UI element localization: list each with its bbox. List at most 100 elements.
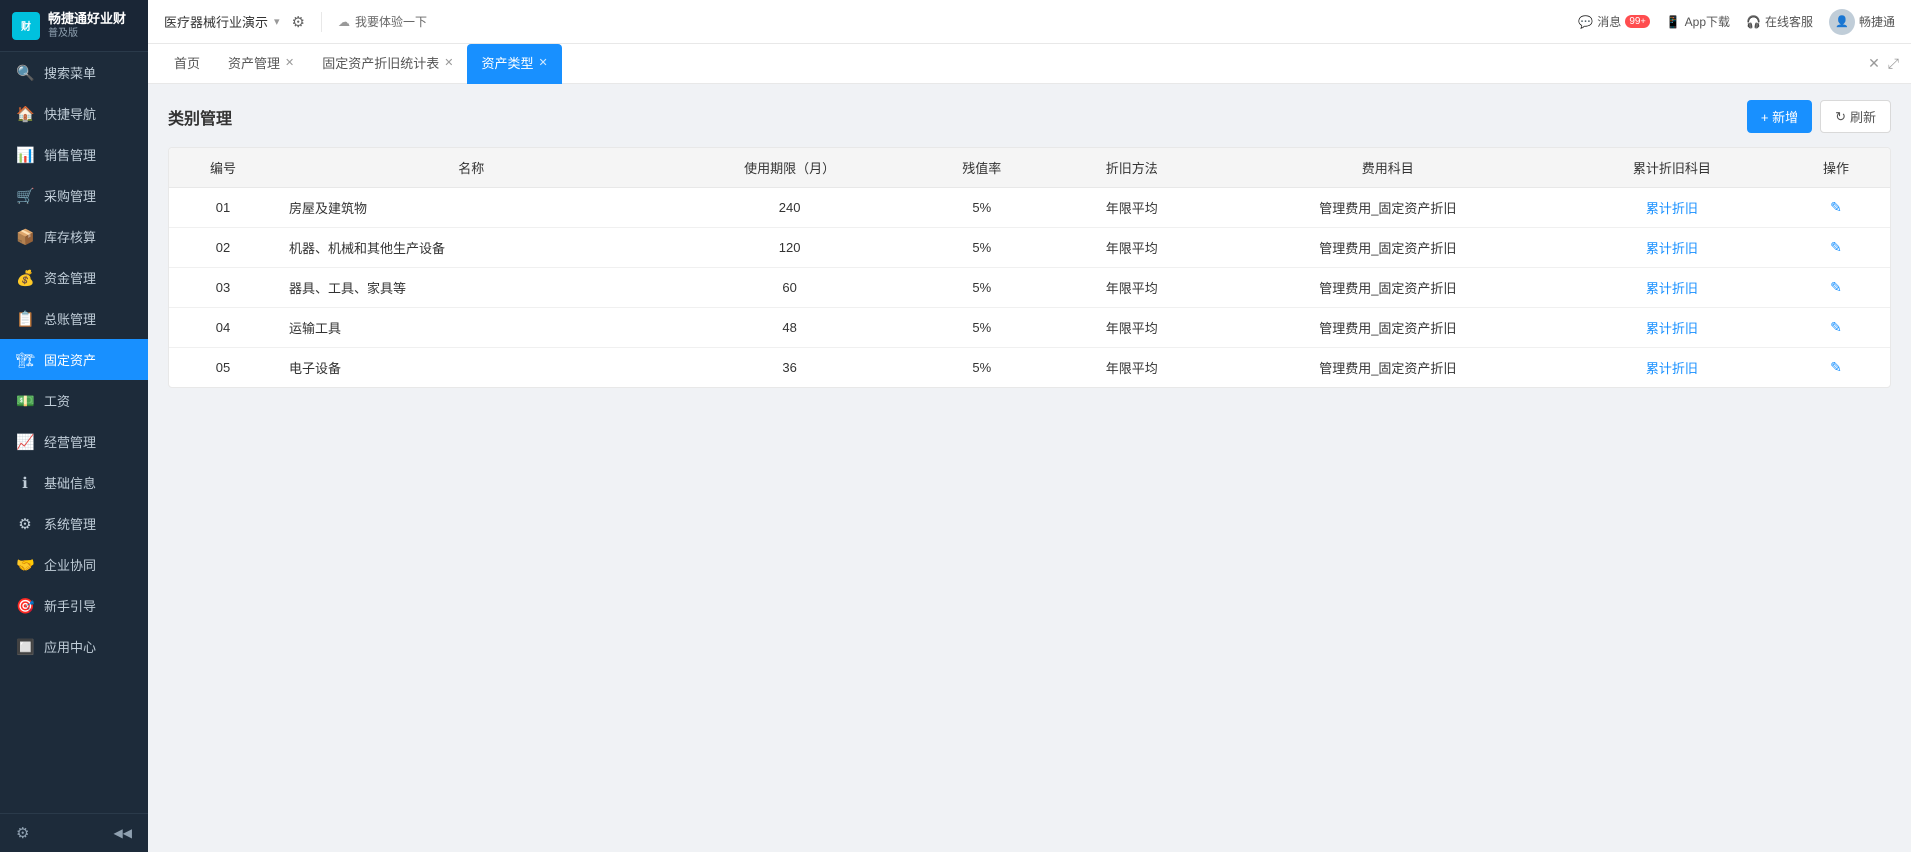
tab-asset-type[interactable]: 资产类型✕: [467, 44, 561, 84]
sidebar-item-fund[interactable]: 💰 资金管理: [0, 257, 148, 298]
demo-label: 医疗器械行业演示: [164, 12, 268, 31]
table-row: 01 房屋及建筑物 240 5% 年限平均 管理费用_固定资产折旧 累计折旧 ✎: [169, 188, 1890, 228]
guide-icon: 🎯: [16, 597, 34, 615]
sidebar-item-label: 基础信息: [44, 473, 96, 492]
sidebar-item-purchase[interactable]: 🛒 采购管理: [0, 175, 148, 216]
cell-expense: 管理费用_固定资产折旧: [1214, 268, 1562, 308]
sidebar-item-fixed-assets[interactable]: 🏗 固定资产: [0, 339, 148, 380]
tab-home[interactable]: 首页: [160, 44, 214, 84]
sidebar-item-guide[interactable]: 🎯 新手引导: [0, 585, 148, 626]
user-menu[interactable]: 👤 畅捷通: [1829, 9, 1895, 35]
cell-accumulated[interactable]: 累计折旧: [1562, 228, 1782, 268]
close-window-icon[interactable]: ✕: [1868, 55, 1880, 72]
cell-name: 机器、机械和其他生产设备: [277, 228, 666, 268]
fund-icon: 💰: [16, 269, 34, 287]
tab-label: 资产管理: [228, 53, 280, 72]
sidebar-item-operations[interactable]: 📈 经营管理: [0, 421, 148, 462]
sidebar-item-ledger[interactable]: 📋 总账管理: [0, 298, 148, 339]
sidebar-item-payroll[interactable]: 💵 工资: [0, 380, 148, 421]
cell-code: 05: [169, 348, 277, 388]
col-header-3: 残值率: [914, 148, 1050, 188]
col-header-7: 操作: [1782, 148, 1890, 188]
sidebar-item-label: 库存核算: [44, 227, 96, 246]
tabs-bar: 首页资产管理✕固定资产折旧统计表✕资产类型✕ ✕ ⤢: [148, 44, 1911, 84]
sidebar-item-sales[interactable]: 📊 销售管理: [0, 134, 148, 175]
cell-actions: ✎: [1782, 188, 1890, 228]
cell-method: 年限平均: [1050, 228, 1214, 268]
app-name: 畅捷通好业财: [48, 11, 126, 28]
refresh-button[interactable]: ↻ 刷新: [1820, 100, 1891, 133]
sidebar-item-quick-nav[interactable]: 🏠 快捷导航: [0, 93, 148, 134]
purchase-icon: 🛒: [16, 187, 34, 205]
messages-button[interactable]: 💬 消息 99+: [1578, 13, 1649, 30]
sidebar-item-inventory[interactable]: 📦 库存核算: [0, 216, 148, 257]
sales-icon: 📊: [16, 146, 34, 164]
app-center-icon: 🔲: [16, 638, 34, 656]
cell-accumulated[interactable]: 累计折旧: [1562, 268, 1782, 308]
cell-expense: 管理费用_固定资产折旧: [1214, 188, 1562, 228]
sidebar-item-app-center[interactable]: 🔲 应用中心: [0, 626, 148, 667]
cell-residual: 5%: [914, 348, 1050, 388]
cloud-icon: ☁: [338, 15, 350, 29]
cell-actions: ✎: [1782, 268, 1890, 308]
sidebar-item-cooperation[interactable]: 🤝 企业协同: [0, 544, 148, 585]
sidebar-item-label: 企业协同: [44, 555, 96, 574]
sidebar-item-label: 系统管理: [44, 514, 96, 533]
col-header-2: 使用期限（月）: [666, 148, 914, 188]
tab-close-icon[interactable]: ✕: [285, 56, 294, 69]
cell-residual: 5%: [914, 268, 1050, 308]
sidebar-item-basic-info[interactable]: ℹ 基础信息: [0, 462, 148, 503]
table-body: 01 房屋及建筑物 240 5% 年限平均 管理费用_固定资产折旧 累计折旧 ✎…: [169, 188, 1890, 388]
dropdown-arrow-icon: ▾: [274, 15, 280, 28]
cooperation-icon: 🤝: [16, 556, 34, 574]
settings-icon[interactable]: ⚙: [16, 824, 29, 842]
col-header-0: 编号: [169, 148, 277, 188]
cell-name: 房屋及建筑物: [277, 188, 666, 228]
inventory-icon: 📦: [16, 228, 34, 246]
sidebar-item-search[interactable]: 🔍 搜索菜单: [0, 52, 148, 93]
cell-accumulated[interactable]: 累计折旧: [1562, 348, 1782, 388]
online-service-button[interactable]: 🎧 在线客服: [1746, 13, 1813, 30]
cell-period: 60: [666, 268, 914, 308]
edit-icon[interactable]: ✎: [1830, 319, 1842, 335]
cell-actions: ✎: [1782, 228, 1890, 268]
edit-icon[interactable]: ✎: [1830, 279, 1842, 295]
headset-icon: 🎧: [1746, 15, 1761, 29]
fixed-assets-icon: 🏗: [16, 351, 34, 369]
tab-close-icon[interactable]: ✕: [444, 56, 453, 69]
edit-icon[interactable]: ✎: [1830, 199, 1842, 215]
search-icon: 🔍: [16, 64, 34, 82]
messages-badge: 99+: [1625, 15, 1649, 28]
cell-code: 04: [169, 308, 277, 348]
experience-button[interactable]: ☁ 我要体验一下: [338, 13, 427, 30]
col-header-1: 名称: [277, 148, 666, 188]
tab-label: 首页: [174, 53, 200, 72]
cell-accumulated[interactable]: 累计折旧: [1562, 188, 1782, 228]
sidebar-item-label: 搜索菜单: [44, 63, 96, 82]
table-row: 05 电子设备 36 5% 年限平均 管理费用_固定资产折旧 累计折旧 ✎: [169, 348, 1890, 388]
tab-depreciation[interactable]: 固定资产折旧统计表✕: [308, 44, 467, 84]
app-logo: 财 畅捷通好业财 普及版: [0, 0, 148, 52]
cell-residual: 5%: [914, 228, 1050, 268]
edit-icon[interactable]: ✎: [1830, 239, 1842, 255]
app-download-button[interactable]: 📱 App下载: [1666, 13, 1730, 30]
cell-code: 03: [169, 268, 277, 308]
sidebar-item-label: 经营管理: [44, 432, 96, 451]
collapse-icon[interactable]: ◀◀: [114, 826, 132, 840]
new-button[interactable]: + 新增: [1747, 100, 1812, 133]
message-icon: 💬: [1578, 15, 1593, 29]
sidebar-item-label: 工资: [44, 391, 70, 410]
sidebar-item-system[interactable]: ⚙ 系统管理: [0, 503, 148, 544]
cell-accumulated[interactable]: 累计折旧: [1562, 308, 1782, 348]
edit-icon[interactable]: ✎: [1830, 359, 1842, 375]
sidebar-item-label: 快捷导航: [44, 104, 96, 123]
tab-asset-mgmt[interactable]: 资产管理 ✕: [214, 44, 308, 84]
maximize-icon[interactable]: ⤢: [1888, 55, 1899, 72]
topbar-settings-icon[interactable]: ⚙: [292, 13, 305, 31]
basic-info-icon: ℹ: [16, 474, 34, 492]
sidebar-nav: 🔍 搜索菜单 🏠 快捷导航 📊 销售管理 🛒 采购管理 📦 库存核算 💰 资金管…: [0, 52, 148, 813]
topbar: 医疗器械行业演示 ▾ ⚙ ☁ 我要体验一下 💬 消息 99+ 📱 App下载 🎧: [148, 0, 1911, 44]
tab-close-icon[interactable]: ✕: [539, 56, 548, 69]
demo-selector[interactable]: 医疗器械行业演示 ▾: [164, 12, 280, 31]
app-version: 普及版: [48, 27, 126, 40]
